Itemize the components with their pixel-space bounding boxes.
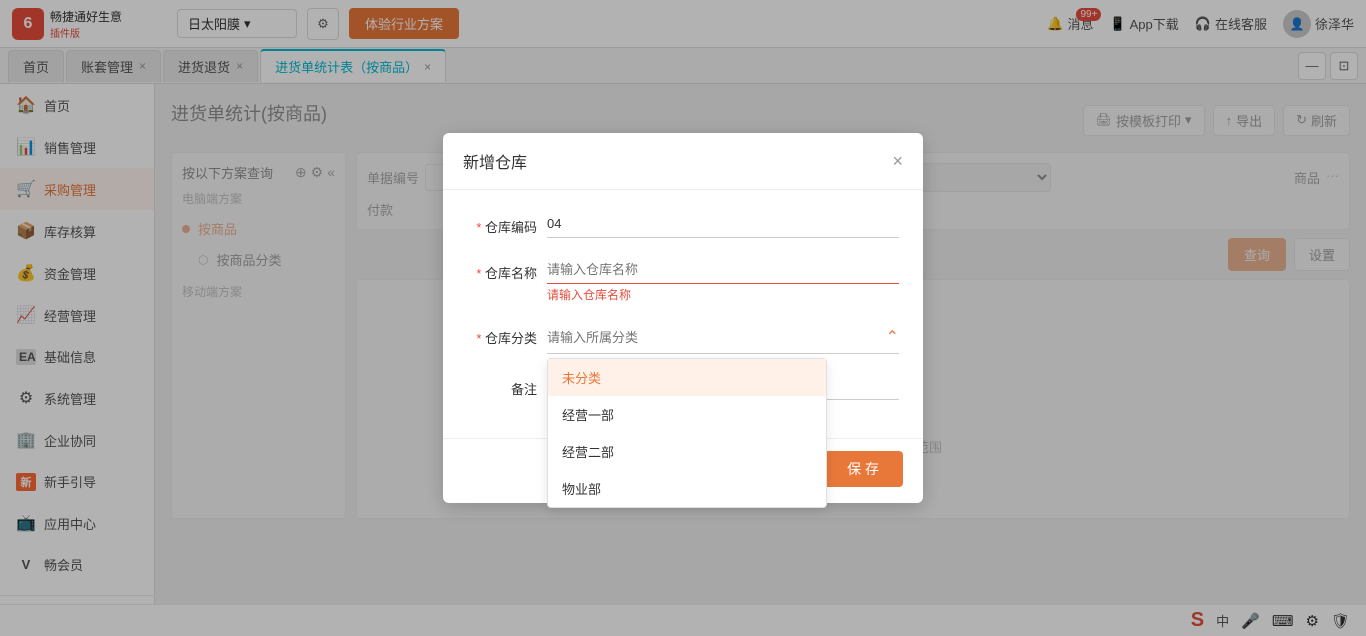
warehouse-code-input[interactable] (547, 210, 899, 238)
modal-header: 新增仓库 × (443, 133, 923, 190)
form-row-category: 仓库分类 ⌃ 未分类 经营一部 经营二部 物业部 (467, 321, 899, 354)
category-dropdown-list: 未分类 经营一部 经营二部 物业部 (547, 358, 827, 508)
modal-overlay: 新增仓库 × 仓库编码 仓库名称 请输入仓库名称 仓库分类 (0, 0, 1366, 636)
code-label: 仓库编码 (467, 210, 547, 236)
modal-close-button[interactable]: × (892, 151, 903, 172)
dropdown-option-uncategorized[interactable]: 未分类 (548, 359, 826, 396)
warehouse-name-input[interactable] (547, 256, 899, 284)
save-button[interactable]: 保 存 (823, 451, 903, 487)
form-row-name: 仓库名称 请输入仓库名称 (467, 256, 899, 303)
dropdown-option-operations2[interactable]: 经营二部 (548, 433, 826, 470)
dropdown-option-property[interactable]: 物业部 (548, 470, 826, 507)
new-warehouse-modal: 新增仓库 × 仓库编码 仓库名称 请输入仓库名称 仓库分类 (443, 133, 923, 503)
category-dropdown-toggle[interactable]: ⌃ (886, 327, 899, 347)
modal-title: 新增仓库 (463, 149, 527, 173)
remark-label: 备注 (467, 372, 547, 398)
dropdown-option-operations1[interactable]: 经营一部 (548, 396, 826, 433)
name-error-text: 请输入仓库名称 (547, 286, 899, 303)
category-label: 仓库分类 (467, 321, 547, 347)
name-label: 仓库名称 (467, 256, 547, 282)
category-input[interactable] (547, 330, 886, 345)
form-row-code: 仓库编码 (467, 210, 899, 238)
modal-body: 仓库编码 仓库名称 请输入仓库名称 仓库分类 ⌃ (443, 190, 923, 438)
category-dropdown-wrapper: ⌃ 未分类 经营一部 经营二部 物业部 (547, 321, 899, 354)
